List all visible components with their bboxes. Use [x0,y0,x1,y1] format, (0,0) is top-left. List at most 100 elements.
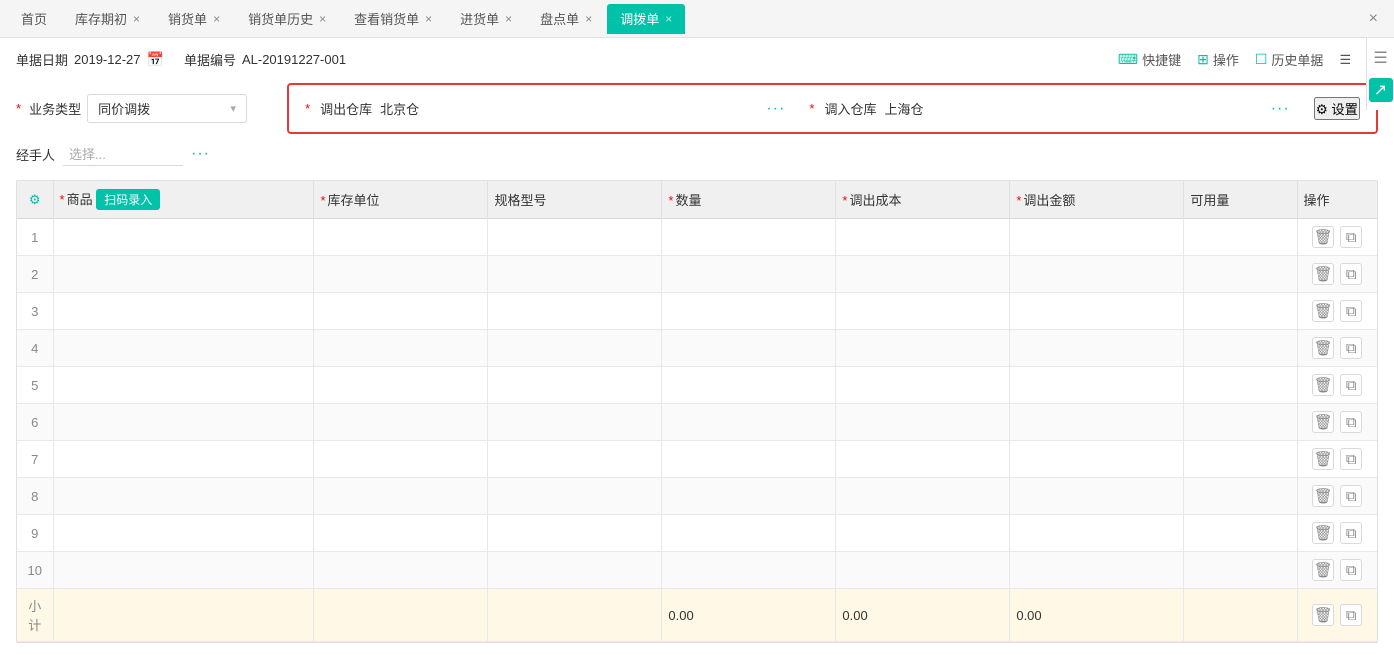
tab-sales-history-close[interactable]: × [319,13,326,25]
tab-inventory-check[interactable]: 盘点单 × [527,4,605,34]
qty-cell[interactable] [662,256,836,293]
copy-row-btn[interactable]: ⧉ [1340,448,1362,470]
window-close-icon[interactable]: × [1361,6,1386,32]
sidebar-list-icon[interactable]: ☰ [1369,46,1393,70]
amount-cell[interactable] [1010,404,1184,441]
product-cell[interactable] [53,293,314,330]
cost-cell[interactable] [836,478,1010,515]
handler-select[interactable]: 选择... [63,142,183,166]
tab-inventory-check-close[interactable]: × [585,13,592,25]
delete-row-btn[interactable]: 🗑 [1312,604,1334,626]
product-cell[interactable] [53,515,314,552]
copy-row-btn[interactable]: ⧉ [1340,374,1362,396]
unit-cell[interactable] [314,552,488,589]
delete-row-btn[interactable]: 🗑 [1312,485,1334,507]
delete-row-btn[interactable]: 🗑 [1312,263,1334,285]
copy-row-btn[interactable]: ⧉ [1340,522,1362,544]
tab-view-sales-close[interactable]: × [425,13,432,25]
unit-cell[interactable] [314,404,488,441]
amount-cell[interactable] [1010,552,1184,589]
delete-row-btn[interactable]: 🗑 [1312,337,1334,359]
spec-cell[interactable] [488,515,662,552]
table-gear-icon[interactable]: ⚙ [29,192,41,208]
qty-cell[interactable] [662,293,836,330]
copy-row-btn[interactable]: ⧉ [1340,226,1362,248]
shortcut-tool[interactable]: ⌨ 快捷键 [1118,50,1181,69]
qty-cell[interactable] [662,367,836,404]
tab-inventory-init[interactable]: 库存期初 × [62,4,153,34]
delete-row-btn[interactable]: 🗑 [1312,411,1334,433]
product-cell[interactable] [53,367,314,404]
product-cell[interactable] [53,552,314,589]
spec-cell[interactable] [488,330,662,367]
unit-cell[interactable] [314,478,488,515]
amount-cell[interactable] [1010,293,1184,330]
qty-cell[interactable] [662,515,836,552]
product-cell[interactable] [53,330,314,367]
business-type-select[interactable]: 同价调拨 ▾ [87,94,247,123]
amount-cell[interactable] [1010,478,1184,515]
unit-cell[interactable] [314,219,488,256]
cost-cell[interactable] [836,404,1010,441]
sidebar-export-icon[interactable]: ↗ [1369,78,1393,102]
tab-home[interactable]: 首页 [8,4,60,34]
delete-row-btn[interactable]: 🗑 [1312,448,1334,470]
tab-view-sales[interactable]: 查看销货单 × [341,4,445,34]
tab-transfer-close[interactable]: × [665,13,672,25]
spec-cell[interactable] [488,293,662,330]
copy-row-btn[interactable]: ⧉ [1340,604,1362,626]
amount-cell[interactable] [1010,515,1184,552]
qty-cell[interactable] [662,478,836,515]
tab-sales-order[interactable]: 销货单 × [155,4,233,34]
tab-sales-order-close[interactable]: × [213,13,220,25]
cost-cell[interactable] [836,552,1010,589]
tab-transfer[interactable]: 调拨单 × [607,4,685,34]
delete-row-btn[interactable]: 🗑 [1312,226,1334,248]
copy-row-btn[interactable]: ⧉ [1340,485,1362,507]
cost-cell[interactable] [836,330,1010,367]
spec-cell[interactable] [488,478,662,515]
amount-cell[interactable] [1010,330,1184,367]
scan-input-btn[interactable]: 扫码录入 [96,189,160,210]
cost-cell[interactable] [836,256,1010,293]
product-cell[interactable] [53,441,314,478]
cost-cell[interactable] [836,293,1010,330]
spec-cell[interactable] [488,552,662,589]
cost-cell[interactable] [836,515,1010,552]
tab-sales-history[interactable]: 销货单历史 × [235,4,339,34]
qty-cell[interactable] [662,404,836,441]
spec-cell[interactable] [488,219,662,256]
warehouse-in-more-btn[interactable]: ··· [1271,100,1290,118]
th-gear[interactable]: ⚙ [17,181,53,219]
unit-cell[interactable] [314,515,488,552]
layout-list-tool[interactable]: ☰ [1339,52,1351,68]
product-cell[interactable] [53,256,314,293]
delete-row-btn[interactable]: 🗑 [1312,559,1334,581]
amount-cell[interactable] [1010,441,1184,478]
copy-row-btn[interactable]: ⧉ [1340,300,1362,322]
spec-cell[interactable] [488,367,662,404]
spec-cell[interactable] [488,404,662,441]
delete-row-btn[interactable]: 🗑 [1312,300,1334,322]
amount-cell[interactable] [1010,367,1184,404]
amount-cell[interactable] [1010,219,1184,256]
history-tool[interactable]: ☐ 历史单据 [1255,50,1324,69]
copy-row-btn[interactable]: ⧉ [1340,411,1362,433]
amount-cell[interactable] [1010,256,1184,293]
unit-cell[interactable] [314,441,488,478]
unit-cell[interactable] [314,330,488,367]
copy-row-btn[interactable]: ⧉ [1340,263,1362,285]
copy-row-btn[interactable]: ⧉ [1340,337,1362,359]
qty-cell[interactable] [662,441,836,478]
warehouse-out-more-btn[interactable]: ··· [766,100,785,118]
cost-cell[interactable] [836,367,1010,404]
handler-more-btn[interactable]: ··· [191,145,210,163]
product-cell[interactable] [53,478,314,515]
qty-cell[interactable] [662,219,836,256]
product-cell[interactable] [53,404,314,441]
unit-cell[interactable] [314,256,488,293]
spec-cell[interactable] [488,256,662,293]
tab-inventory-init-close[interactable]: × [133,13,140,25]
copy-row-btn[interactable]: ⧉ [1340,559,1362,581]
operations-tool[interactable]: ⊞ 操作 [1197,50,1239,69]
